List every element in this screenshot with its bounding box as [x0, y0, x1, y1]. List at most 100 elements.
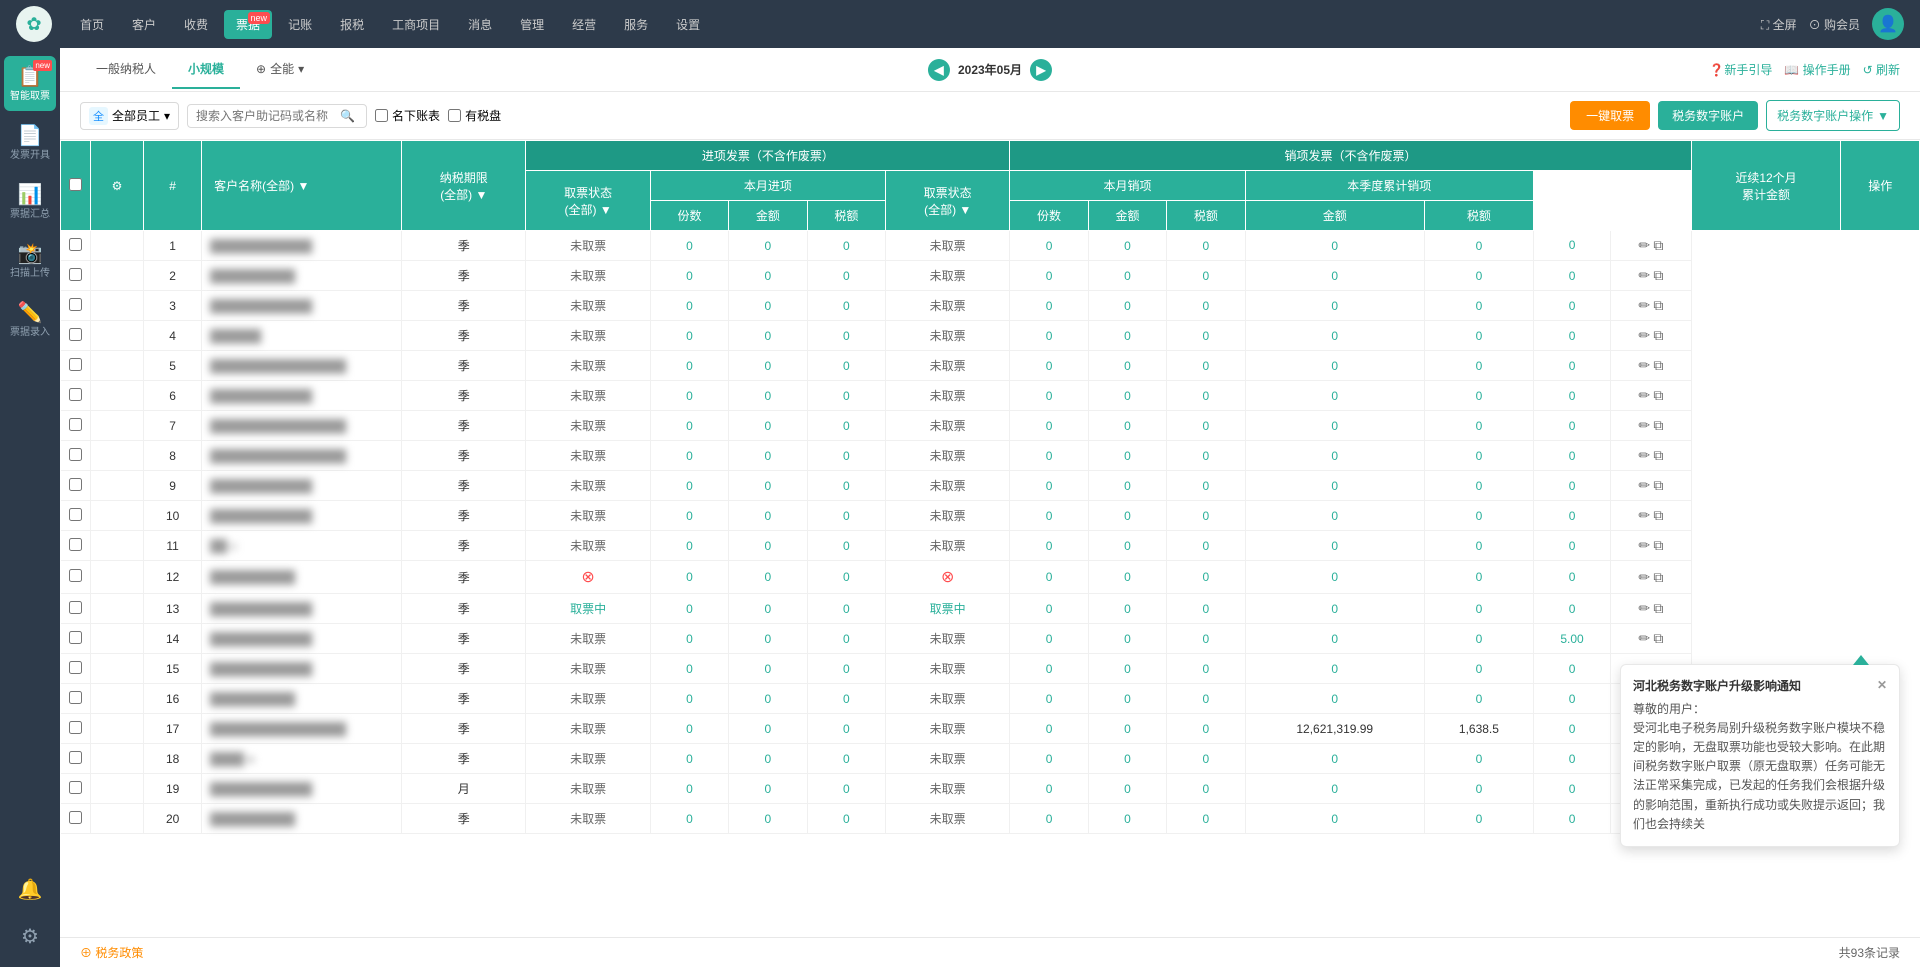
row-client-name[interactable]: ████████████████ — [202, 714, 402, 744]
copy-icon[interactable]: ⧉ — [1653, 387, 1663, 403]
row-checkbox[interactable] — [69, 238, 82, 251]
q-tax-link[interactable]: 0 — [1476, 419, 1483, 433]
row-checkbox-cell[interactable] — [61, 501, 91, 531]
row-client-name[interactable]: ████████████ — [202, 774, 402, 804]
edit-icon[interactable]: ✏ — [1638, 327, 1650, 343]
sidebar-item-setting[interactable]: ⚙ — [4, 916, 56, 959]
copy-icon[interactable]: ⧉ — [1653, 357, 1663, 373]
q-amount-link[interactable]: 0 — [1331, 752, 1338, 766]
sidebar-item-summary[interactable]: 📊 票据汇总 — [4, 174, 56, 229]
nav-business[interactable]: 工商项目 — [380, 10, 452, 39]
row-checkbox[interactable] — [69, 478, 82, 491]
row-checkbox[interactable] — [69, 328, 82, 341]
row-checkbox[interactable] — [69, 601, 82, 614]
edit-icon[interactable]: ✏ — [1638, 357, 1650, 373]
nav-service[interactable]: 服务 — [612, 10, 660, 39]
row-checkbox-cell[interactable] — [61, 381, 91, 411]
nav-invoice[interactable]: 票据 new — [224, 10, 272, 39]
row-client-name[interactable]: ████████████ — [202, 471, 402, 501]
edit-icon[interactable]: ✏ — [1638, 447, 1650, 463]
row-client-name[interactable]: ████████████ — [202, 594, 402, 624]
th-client-name[interactable]: 客户名称(全部) ▼ — [202, 141, 402, 231]
notification-close-button[interactable]: ✕ — [1877, 678, 1887, 692]
q-tax-link[interactable]: 0 — [1476, 449, 1483, 463]
tab-all[interactable]: ⊕ 全能 ▾ — [240, 50, 320, 89]
row-checkbox-cell[interactable] — [61, 561, 91, 594]
th-tax-period[interactable]: 纳税期限(全部) ▼ — [402, 141, 526, 231]
row-checkbox-cell[interactable] — [61, 231, 91, 261]
row-client-name[interactable]: ██████████ — [202, 684, 402, 714]
q-amount-link[interactable]: 0 — [1331, 662, 1338, 676]
fullscreen-button[interactable]: ⛶ 全屏 — [1761, 16, 1797, 33]
copy-icon[interactable]: ⧉ — [1653, 507, 1663, 523]
copy-icon[interactable]: ⧉ — [1653, 237, 1663, 253]
sidebar-item-invoice[interactable]: new 📋 智能取票 — [4, 56, 56, 111]
row-client-name[interactable]: ██████████ — [202, 804, 402, 834]
row-client-name[interactable]: ████████████ — [202, 624, 402, 654]
edit-icon[interactable]: ✏ — [1638, 477, 1650, 493]
search-input[interactable] — [196, 109, 336, 123]
guide-button[interactable]: ❓新手引导 — [1709, 61, 1772, 78]
row-checkbox-cell[interactable] — [61, 441, 91, 471]
row-checkbox-cell[interactable] — [61, 774, 91, 804]
q-amount-link[interactable]: 0 — [1331, 269, 1338, 283]
logo-icon[interactable]: ✿ — [16, 6, 52, 42]
row-checkbox-cell[interactable] — [61, 804, 91, 834]
row-client-name[interactable]: ████████████ — [202, 654, 402, 684]
q-amount-link[interactable]: 0 — [1331, 419, 1338, 433]
q-tax-link[interactable]: 0 — [1476, 239, 1483, 253]
row-checkbox-cell[interactable] — [61, 321, 91, 351]
q-tax-link[interactable]: 0 — [1476, 509, 1483, 523]
edit-icon[interactable]: ✏ — [1638, 417, 1650, 433]
sidebar-item-notify[interactable]: 🔔 — [4, 869, 56, 912]
copy-icon[interactable]: ⧉ — [1653, 267, 1663, 283]
q-amount-link[interactable]: 0 — [1331, 509, 1338, 523]
q-tax-link[interactable]: 0 — [1476, 602, 1483, 616]
q-amount-link[interactable]: 0 — [1331, 449, 1338, 463]
sidebar-item-entry[interactable]: ✏️ 票据录入 — [4, 292, 56, 347]
date-prev-button[interactable]: ◀ — [928, 59, 950, 81]
row-checkbox[interactable] — [69, 358, 82, 371]
refresh-button[interactable]: ↺ 刷新 — [1863, 61, 1900, 78]
q-tax-link[interactable]: 0 — [1476, 359, 1483, 373]
q-tax-link[interactable]: 0 — [1476, 662, 1483, 676]
q-amount-link[interactable]: 0 — [1331, 539, 1338, 553]
copy-icon[interactable]: ⧉ — [1653, 569, 1663, 585]
row-client-name[interactable]: ████████████ — [202, 381, 402, 411]
row-checkbox[interactable] — [69, 781, 82, 794]
q-amount-link[interactable]: 0 — [1331, 329, 1338, 343]
tax-digital-account-button[interactable]: 税务数字账户 — [1658, 101, 1758, 130]
row-checkbox[interactable] — [69, 721, 82, 734]
row-checkbox-cell[interactable] — [61, 351, 91, 381]
q-amount-link[interactable]: 0 — [1331, 479, 1338, 493]
row-checkbox-cell[interactable] — [61, 624, 91, 654]
row-checkbox[interactable] — [69, 691, 82, 704]
q-amount-link[interactable]: 0 — [1331, 389, 1338, 403]
q-amount-link[interactable]: 0 — [1331, 299, 1338, 313]
q-tax-link[interactable]: 0 — [1476, 269, 1483, 283]
member-button[interactable]: ⊙ 购会员 — [1809, 16, 1860, 33]
nav-message[interactable]: 消息 — [456, 10, 504, 39]
row-checkbox-cell[interactable] — [61, 531, 91, 561]
tab-small-scale[interactable]: 小规模 — [172, 50, 240, 89]
select-all-checkbox[interactable] — [69, 178, 82, 191]
manual-button[interactable]: 📖 操作手册 — [1784, 61, 1850, 78]
th-settings[interactable]: ⚙ — [91, 141, 144, 231]
copy-icon[interactable]: ⧉ — [1653, 630, 1663, 646]
q-tax-link[interactable]: 0 — [1476, 782, 1483, 796]
tax-policy-link[interactable]: ⊕ 税务政策 — [80, 944, 143, 961]
th-out-status[interactable]: 取票状态(全部) ▼ — [886, 171, 1010, 231]
edit-icon[interactable]: ✏ — [1638, 507, 1650, 523]
sidebar-item-scan[interactable]: 📸 扫描上传 — [4, 233, 56, 288]
copy-icon[interactable]: ⧉ — [1653, 537, 1663, 553]
q-tax-link[interactable]: 0 — [1476, 812, 1483, 826]
row-client-name[interactable]: ██ e — [202, 531, 402, 561]
copy-icon[interactable]: ⧉ — [1653, 447, 1663, 463]
edit-icon[interactable]: ✏ — [1638, 297, 1650, 313]
copy-icon[interactable]: ⧉ — [1653, 477, 1663, 493]
row-checkbox-cell[interactable] — [61, 471, 91, 501]
row-checkbox-cell[interactable] — [61, 744, 91, 774]
row-client-name[interactable]: ████████████████ — [202, 351, 402, 381]
edit-icon[interactable]: ✏ — [1638, 387, 1650, 403]
q-tax-link[interactable]: 0 — [1476, 389, 1483, 403]
